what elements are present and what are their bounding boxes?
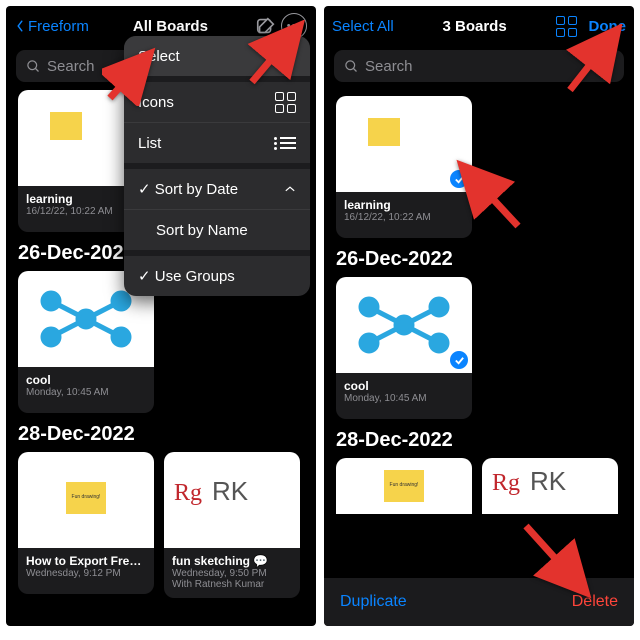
section-header: 28-Dec-2022: [6, 413, 316, 452]
duplicate-button[interactable]: Duplicate: [340, 593, 407, 611]
selected-check-icon: [450, 351, 468, 369]
section-header: 26-Dec-2022: [324, 238, 634, 277]
menu-sort-name[interactable]: Sort by Name: [124, 210, 310, 250]
context-menu: Select Icons List ✓ Sort by Date Sort by…: [124, 36, 310, 296]
selected-check-icon: [450, 170, 468, 188]
compose-icon: [255, 15, 277, 37]
board-thumb: RgRK: [482, 458, 618, 514]
board-card[interactable]: RgRK fun sketching 💬 Wednesday, 9:50 PM …: [164, 452, 300, 598]
back-label: Freeform: [28, 18, 89, 35]
done-button[interactable]: Done: [589, 18, 627, 35]
chevron-up-icon: [284, 183, 296, 195]
search-field[interactable]: Search: [334, 50, 624, 82]
nav-title: All Boards: [89, 18, 252, 35]
board-subtitle: With Ratnesh Kumar: [172, 579, 292, 590]
checkmark-icon: ✓: [138, 181, 151, 198]
diagram-icon: [354, 295, 454, 355]
board-title: fun sketching 💬: [172, 554, 292, 568]
screenshot-left: Freeform All Boards ••• Search learning …: [6, 6, 316, 626]
board-card[interactable]: cool Monday, 10:45 AM: [336, 277, 472, 419]
board-thumb: RgRK: [164, 452, 300, 548]
delete-button[interactable]: Delete: [572, 593, 618, 611]
mic-icon[interactable]: [600, 57, 614, 75]
board-date: Monday, 10:45 AM: [344, 393, 464, 404]
section-header: 28-Dec-2022: [324, 419, 634, 458]
menu-use-groups[interactable]: ✓ Use Groups: [124, 256, 310, 296]
grid-icon: [275, 92, 296, 113]
search-placeholder: Search: [47, 58, 95, 75]
search-icon: [344, 59, 359, 74]
menu-sort-date[interactable]: ✓ Sort by Date: [124, 169, 310, 209]
nav-bar: Select All 3 Boards Done: [324, 6, 634, 46]
diagram-icon: [36, 289, 136, 349]
back-button[interactable]: Freeform: [14, 18, 89, 35]
board-thumb: Fun drawing!: [336, 458, 472, 514]
nav-title: 3 Boards: [394, 18, 556, 35]
board-date: Monday, 10:45 AM: [26, 387, 146, 398]
checkmark-icon: ✓: [138, 268, 151, 285]
chevron-left-icon: [14, 20, 26, 32]
search-icon: [26, 59, 41, 74]
board-card[interactable]: Fun drawing!: [336, 458, 472, 514]
bottom-toolbar: Duplicate Delete: [324, 578, 634, 626]
screenshot-right: Select All 3 Boards Done Search learning…: [324, 6, 634, 626]
menu-icons[interactable]: Icons: [124, 82, 310, 122]
board-thumb: [336, 277, 472, 373]
board-date: 16/12/22, 10:22 AM: [344, 212, 464, 223]
board-card[interactable]: RgRK: [482, 458, 618, 514]
select-all-button[interactable]: Select All: [332, 18, 394, 35]
board-title: learning: [344, 198, 464, 212]
board-thumb: [336, 96, 472, 192]
board-date: Wednesday, 9:50 PM: [172, 568, 292, 579]
board-thumb: Fun drawing!: [18, 452, 154, 548]
search-placeholder: Search: [365, 58, 413, 75]
menu-select[interactable]: Select: [124, 36, 310, 76]
board-title: cool: [26, 373, 146, 387]
list-icon: [280, 134, 296, 152]
board-title: cool: [344, 379, 464, 393]
board-card[interactable]: Fun drawing! How to Export Freefo… Wedne…: [18, 452, 154, 598]
grid-view-button[interactable]: [556, 16, 577, 37]
board-title: How to Export Freefo…: [26, 554, 146, 568]
board-card[interactable]: learning 16/12/22, 10:22 AM: [336, 96, 472, 238]
board-date: Wednesday, 9:12 PM: [26, 568, 146, 579]
menu-list[interactable]: List: [124, 123, 310, 163]
shared-icon: 💬: [253, 554, 268, 568]
